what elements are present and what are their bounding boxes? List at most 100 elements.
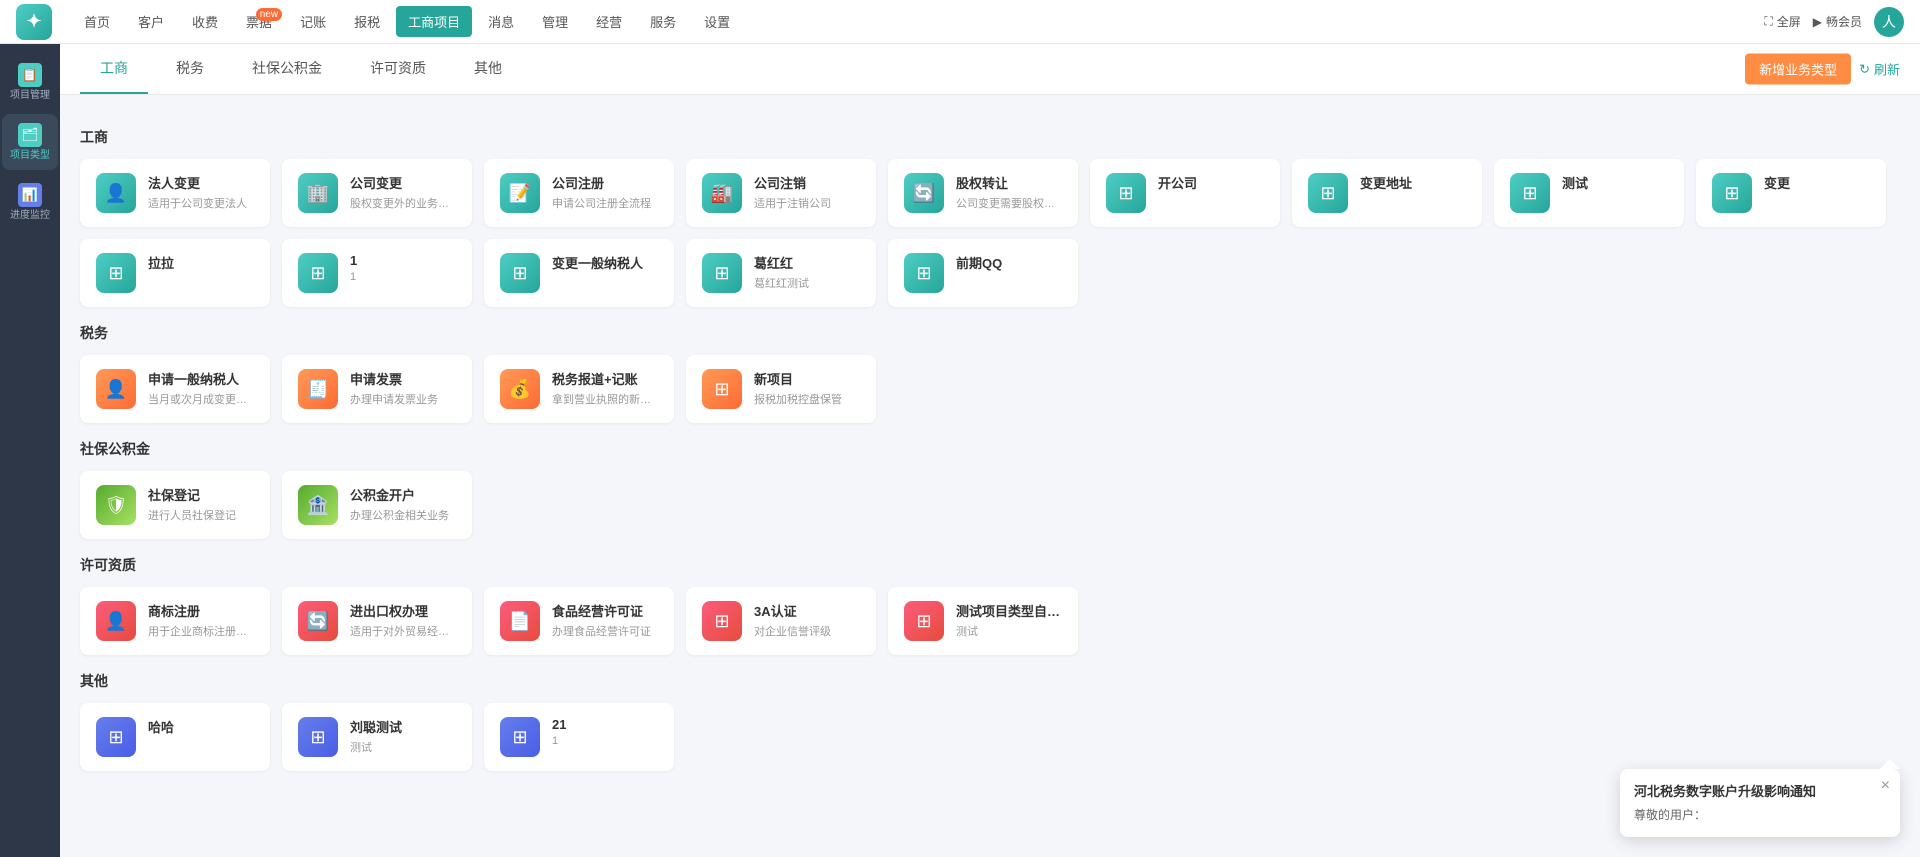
new-type-button[interactable]: 新增业务类型 (1745, 54, 1851, 85)
nav-operation[interactable]: 经营 (584, 6, 634, 37)
refresh-icon: ↻ (1859, 61, 1870, 77)
card-test-type[interactable]: ⊞ 测试项目类型自定义 测试 (888, 587, 1078, 655)
tab-other[interactable]: 其他 (454, 44, 522, 94)
card-desc: 报税加税控盘保管 (754, 391, 860, 407)
card-desc: 拿到营业执照的新公司 (552, 391, 658, 407)
card-icon: ⊞ (1712, 173, 1752, 213)
card-apply-invoice[interactable]: 🧾 申请发票 办理申请发票业务 (282, 355, 472, 423)
card-icon: 🛡 (96, 485, 136, 525)
card-trademark[interactable]: 👤 商标注册 用于企业商标注册服务 (80, 587, 270, 655)
card-icon: ⊞ (298, 717, 338, 757)
project-type-icon: 🗂 (18, 123, 42, 147)
nav-management[interactable]: 管理 (530, 6, 580, 37)
card-name: 测试项目类型自定义 (956, 601, 1062, 620)
card-name: 商标注册 (148, 601, 254, 620)
card-name: 21 (552, 717, 658, 732)
card-company-register[interactable]: 📝 公司注册 申请公司注册全流程 (484, 159, 674, 227)
membership-btn[interactable]: ▶ 畅会员 (1813, 13, 1862, 30)
card-housing-fund[interactable]: 🏦 公积金开户 办理公积金相关业务 (282, 471, 472, 539)
nav-settings[interactable]: 设置 (692, 6, 742, 37)
card-apply-taxpayer[interactable]: 👤 申请一般纳税人 当月或次月成变更完成 (80, 355, 270, 423)
section-title-other: 其他 (80, 671, 1900, 691)
card-icon: 🏦 (298, 485, 338, 525)
card-name: 3A认证 (754, 601, 860, 620)
card-icon: ⊞ (96, 253, 136, 293)
card-general-taxpayer[interactable]: ⊞ 变更一般纳税人 (484, 239, 674, 307)
card-haha[interactable]: ⊞ 哈哈 (80, 703, 270, 771)
nav-items: 首页 客户 收费 票据 new 记账 报税 工商项目 消息 管理 经营 服务 设… (72, 6, 1764, 37)
tab-industry[interactable]: 工商 (80, 44, 148, 94)
card-icon: ⊞ (1308, 173, 1348, 213)
cards-grid-other: ⊞ 哈哈 ⊞ 刘聪测试 测试 ⊞ 21 1 (80, 703, 1900, 771)
card-icon: ⊞ (1510, 173, 1550, 213)
card-name: 股权转让 (956, 173, 1062, 192)
card-food-license[interactable]: 📄 食品经营许可证 办理食品经营许可证 (484, 587, 674, 655)
card-desc: 适用于对外贸易经营者 (350, 623, 456, 639)
card-21[interactable]: ⊞ 21 1 (484, 703, 674, 771)
card-social-insurance[interactable]: 🛡 社保登记 进行人员社保登记 (80, 471, 270, 539)
sidebar-item-progress[interactable]: 📊 进度监控 (2, 174, 58, 230)
card-name: 开公司 (1158, 173, 1264, 192)
card-desc: 测试 (956, 623, 1062, 639)
nav-customer[interactable]: 客户 (126, 6, 176, 37)
progress-icon: 📊 (18, 183, 42, 207)
card-name: 进出口权办理 (350, 601, 456, 620)
sidebar-label-type: 项目类型 (10, 150, 50, 162)
card-icon: ⊞ (702, 369, 742, 409)
nav-tickets[interactable]: 票据 new (234, 6, 284, 37)
tab-social-insurance[interactable]: 社保公积金 (232, 44, 342, 94)
card-open-company[interactable]: ⊞ 开公司 (1090, 159, 1280, 227)
card-biangeng[interactable]: ⊞ 变更 (1696, 159, 1886, 227)
card-tax-accounting[interactable]: 💰 税务报道+记账 拿到营业执照的新公司 (484, 355, 674, 423)
card-name: 测试 (1562, 173, 1668, 192)
card-3a-cert[interactable]: ⊞ 3A认证 对企业信誉评级 (686, 587, 876, 655)
card-name: 社保登记 (148, 485, 254, 504)
sidebar-label-progress: 进度监控 (10, 210, 50, 222)
notification-close-button[interactable]: × (1881, 777, 1890, 795)
card-icon-legal: 👤 (96, 173, 136, 213)
fullscreen-btn[interactable]: ⛶ 全屏 (1764, 13, 1800, 30)
section-title-industry: 工商 (80, 127, 1900, 147)
nav-billing[interactable]: 收费 (180, 6, 230, 37)
card-equity-transfer[interactable]: 🔄 股权转让 公司变更需要股权转让 (888, 159, 1078, 227)
top-nav-right: ⛶ 全屏 ▶ 畅会员 人 (1764, 7, 1904, 37)
nav-service[interactable]: 服务 (638, 6, 688, 37)
card-legal-change[interactable]: 👤 法人变更 适用于公司变更法人 (80, 159, 270, 227)
user-avatar[interactable]: 人 (1874, 7, 1904, 37)
card-name: 变更 (1764, 173, 1870, 192)
card-liucong-test[interactable]: ⊞ 刘聪测试 测试 (282, 703, 472, 771)
sidebar-item-project-type[interactable]: 🗂 项目类型 (2, 114, 58, 170)
card-ge-honghong[interactable]: ⊞ 葛红红 葛红红测试 (686, 239, 876, 307)
card-import-export[interactable]: 🔄 进出口权办理 适用于对外贸易经营者 (282, 587, 472, 655)
card-icon: ⊞ (702, 253, 742, 293)
card-change-address[interactable]: ⊞ 变更地址 (1292, 159, 1482, 227)
nav-industry[interactable]: 工商项目 (396, 6, 472, 37)
sidebar-item-project-management[interactable]: 📋 项目管理 (2, 54, 58, 110)
cards-grid-tax: 👤 申请一般纳税人 当月或次月成变更完成 🧾 申请发票 办理申请发票业务 💰 税… (80, 355, 1900, 423)
card-company-cancel[interactable]: 🏭 公司注销 适用于注销公司 (686, 159, 876, 227)
nav-tax[interactable]: 报税 (342, 6, 392, 37)
nav-messages[interactable]: 消息 (476, 6, 526, 37)
card-icon: 🧾 (298, 369, 338, 409)
card-name: 申请一般纳税人 (148, 369, 254, 388)
nav-accounting[interactable]: 记账 (288, 6, 338, 37)
card-lala[interactable]: ⊞ 拉拉 (80, 239, 270, 307)
tab-license[interactable]: 许可资质 (350, 44, 446, 94)
tab-tax[interactable]: 税务 (156, 44, 224, 94)
nav-home[interactable]: 首页 (72, 6, 122, 37)
card-new-project[interactable]: ⊞ 新项目 报税加税控盘保管 (686, 355, 876, 423)
card-one[interactable]: ⊞ 1 1 (282, 239, 472, 307)
cards-grid-license: 👤 商标注册 用于企业商标注册服务 🔄 进出口权办理 适用于对外贸易经营者 📄 … (80, 587, 1900, 655)
card-desc: 进行人员社保登记 (148, 507, 254, 523)
card-name: 1 (350, 253, 456, 268)
card-name: 前期QQ (956, 253, 1062, 272)
sidebar-label-project: 项目管理 (10, 90, 50, 102)
card-qianqi-qq[interactable]: ⊞ 前期QQ (888, 239, 1078, 307)
card-name: 公司变更 (350, 173, 456, 192)
card-icon: ⊞ (1106, 173, 1146, 213)
refresh-button[interactable]: ↻ 刷新 (1859, 60, 1900, 79)
main-content: 工商 税务 社保公积金 许可资质 其他 新增业务类型 ↻ 刷新 工商 👤 法人变… (60, 44, 1920, 857)
top-nav: ✦ 首页 客户 收费 票据 new 记账 报税 工商项目 消息 管理 经营 服务… (0, 0, 1920, 44)
card-company-change[interactable]: 🏢 公司变更 股权变更外的业务变更 (282, 159, 472, 227)
card-test[interactable]: ⊞ 测试 (1494, 159, 1684, 227)
